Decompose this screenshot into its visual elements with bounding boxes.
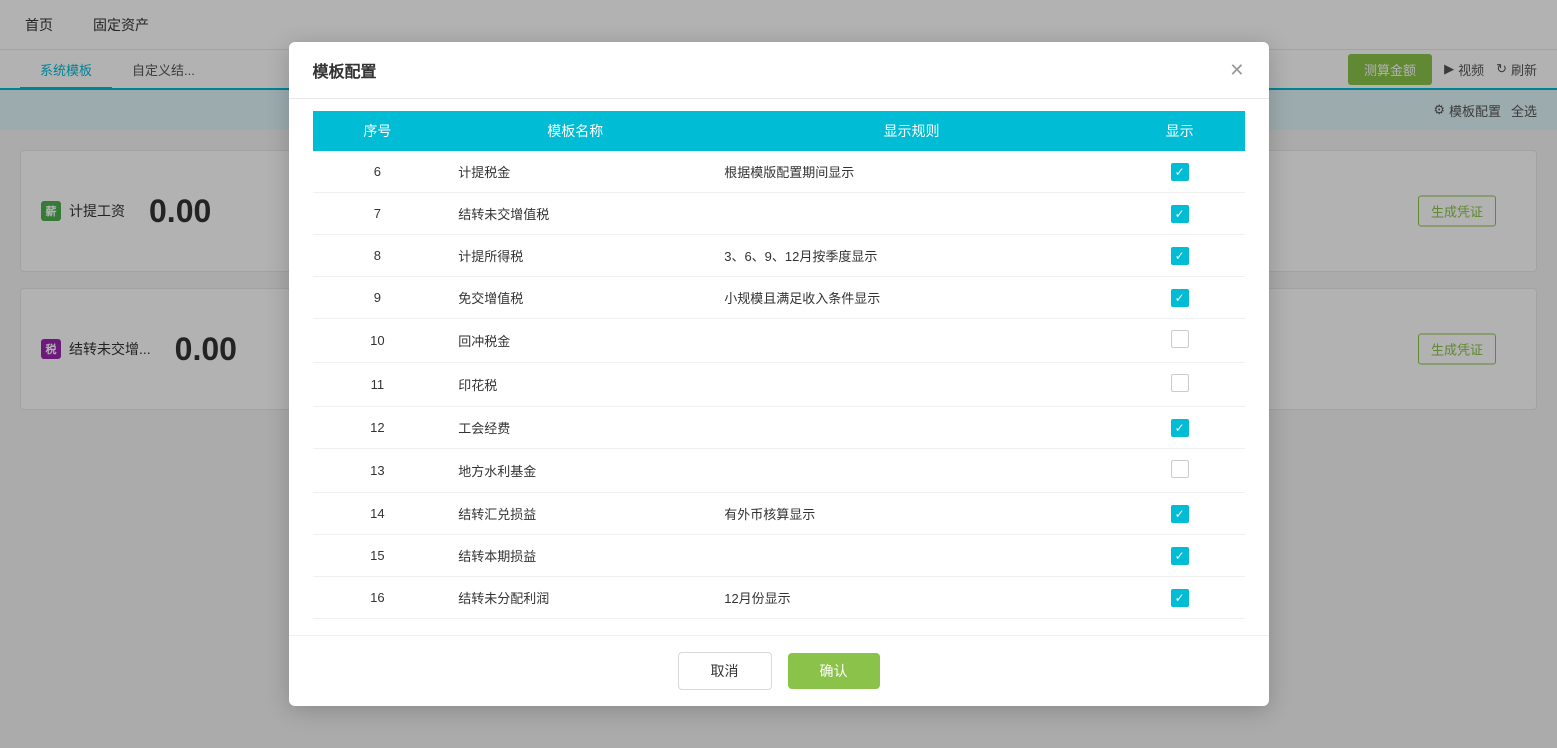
cell-rule — [708, 193, 1115, 235]
cell-checkbox: ✓ — [1115, 577, 1245, 619]
table-header-row: 序号 模板名称 显示规则 显示 — [313, 111, 1245, 151]
table-row: 16结转未分配利润12月份显示 ✓ — [313, 577, 1245, 619]
checkbox-display[interactable]: ✓ — [1171, 589, 1189, 607]
cell-checkbox: ✓ — [1115, 277, 1245, 319]
cell-name: 计提税金 — [442, 151, 708, 193]
modal-close-button[interactable]: ✕ — [1229, 61, 1244, 79]
cell-rule: 3、6、9、12月按季度显示 — [708, 235, 1115, 277]
table-body: 6计提税金根据模版配置期间显示✓7结转未交增值税✓8计提所得税3、6、9、12月… — [313, 151, 1245, 619]
cell-checkbox: ✓ — [1115, 151, 1245, 193]
checkbox-display[interactable]: ✓ — [1171, 289, 1189, 307]
checkbox-display[interactable]: ✓ — [1171, 247, 1189, 265]
col-rule: 显示规则 — [708, 111, 1115, 151]
table-head: 序号 模板名称 显示规则 显示 — [313, 111, 1245, 151]
cell-checkbox — [1115, 363, 1245, 407]
checkbox-display[interactable]: ✓ — [1171, 419, 1189, 437]
cancel-button[interactable]: 取消 — [678, 652, 772, 690]
table-row: 15结转本期损益 ✓ — [313, 535, 1245, 577]
cell-checkbox: ✓ — [1115, 407, 1245, 449]
config-table: 序号 模板名称 显示规则 显示 6计提税金根据模版配置期间显示✓7结转未交增值税… — [313, 111, 1245, 619]
checkbox-display[interactable] — [1171, 374, 1189, 392]
modal-header: 模板配置 ✕ — [289, 42, 1269, 99]
table-row: 6计提税金根据模版配置期间显示 ✓ — [313, 151, 1245, 193]
cell-seq: 15 — [313, 535, 443, 577]
cell-checkbox: ✓ — [1115, 235, 1245, 277]
cell-name: 结转未分配利润 — [442, 577, 708, 619]
cell-checkbox: ✓ — [1115, 493, 1245, 535]
cell-name: 结转未交增值税 — [442, 193, 708, 235]
checkbox-display[interactable]: ✓ — [1171, 163, 1189, 181]
cell-name: 计提所得税 — [442, 235, 708, 277]
checkbox-display[interactable] — [1171, 460, 1189, 478]
table-row: 9免交增值税小规模且满足收入条件显示 ✓ — [313, 277, 1245, 319]
checkbox-display[interactable] — [1171, 330, 1189, 348]
template-config-modal: 模板配置 ✕ 序号 模板名称 显示规则 显示 6计提税金根据模版配置期间 — [289, 42, 1269, 706]
cell-seq: 14 — [313, 493, 443, 535]
cell-checkbox: ✓ — [1115, 535, 1245, 577]
cell-name: 结转汇兑损益 — [442, 493, 708, 535]
confirm-button[interactable]: 确认 — [788, 653, 880, 689]
cell-name: 免交增值税 — [442, 277, 708, 319]
cell-seq: 6 — [313, 151, 443, 193]
cell-name: 结转本期损益 — [442, 535, 708, 577]
table-row: 10回冲税金 — [313, 319, 1245, 363]
cell-rule — [708, 319, 1115, 363]
col-seq: 序号 — [313, 111, 443, 151]
cell-seq: 10 — [313, 319, 443, 363]
table-row: 11印花税 — [313, 363, 1245, 407]
col-display: 显示 — [1115, 111, 1245, 151]
cell-name: 工会经费 — [442, 407, 708, 449]
table-row: 8计提所得税3、6、9、12月按季度显示 ✓ — [313, 235, 1245, 277]
modal-footer: 取消 确认 — [289, 635, 1269, 706]
table-row: 13地方水利基金 — [313, 449, 1245, 493]
table-row: 7结转未交增值税 ✓ — [313, 193, 1245, 235]
col-name: 模板名称 — [442, 111, 708, 151]
cell-checkbox — [1115, 319, 1245, 363]
cell-rule: 有外币核算显示 — [708, 493, 1115, 535]
cell-rule — [708, 407, 1115, 449]
cell-rule: 根据模版配置期间显示 — [708, 151, 1115, 193]
modal-overlay: 模板配置 ✕ 序号 模板名称 显示规则 显示 6计提税金根据模版配置期间 — [0, 0, 1557, 748]
cell-rule: 小规模且满足收入条件显示 — [708, 277, 1115, 319]
cell-seq: 13 — [313, 449, 443, 493]
cell-rule — [708, 363, 1115, 407]
table-row: 14结转汇兑损益有外币核算显示 ✓ — [313, 493, 1245, 535]
cell-name: 地方水利基金 — [442, 449, 708, 493]
modal-title: 模板配置 — [313, 58, 377, 82]
cell-seq: 12 — [313, 407, 443, 449]
cell-seq: 11 — [313, 363, 443, 407]
cell-rule — [708, 535, 1115, 577]
cell-rule — [708, 449, 1115, 493]
cell-rule: 12月份显示 — [708, 577, 1115, 619]
checkbox-display[interactable]: ✓ — [1171, 505, 1189, 523]
cell-name: 印花税 — [442, 363, 708, 407]
checkbox-display[interactable]: ✓ — [1171, 547, 1189, 565]
background-page: 首页 固定资产 系统模板 自定义结... 测算金额 ▶ 视频 ↻ 刷新 ⚙ 模板… — [0, 0, 1557, 748]
cell-name: 回冲税金 — [442, 319, 708, 363]
cell-seq: 9 — [313, 277, 443, 319]
cell-checkbox: ✓ — [1115, 193, 1245, 235]
modal-body: 序号 模板名称 显示规则 显示 6计提税金根据模版配置期间显示✓7结转未交增值税… — [289, 99, 1269, 635]
cell-seq: 16 — [313, 577, 443, 619]
cell-seq: 7 — [313, 193, 443, 235]
table-row: 12工会经费 ✓ — [313, 407, 1245, 449]
checkbox-display[interactable]: ✓ — [1171, 205, 1189, 223]
cell-seq: 8 — [313, 235, 443, 277]
cell-checkbox — [1115, 449, 1245, 493]
